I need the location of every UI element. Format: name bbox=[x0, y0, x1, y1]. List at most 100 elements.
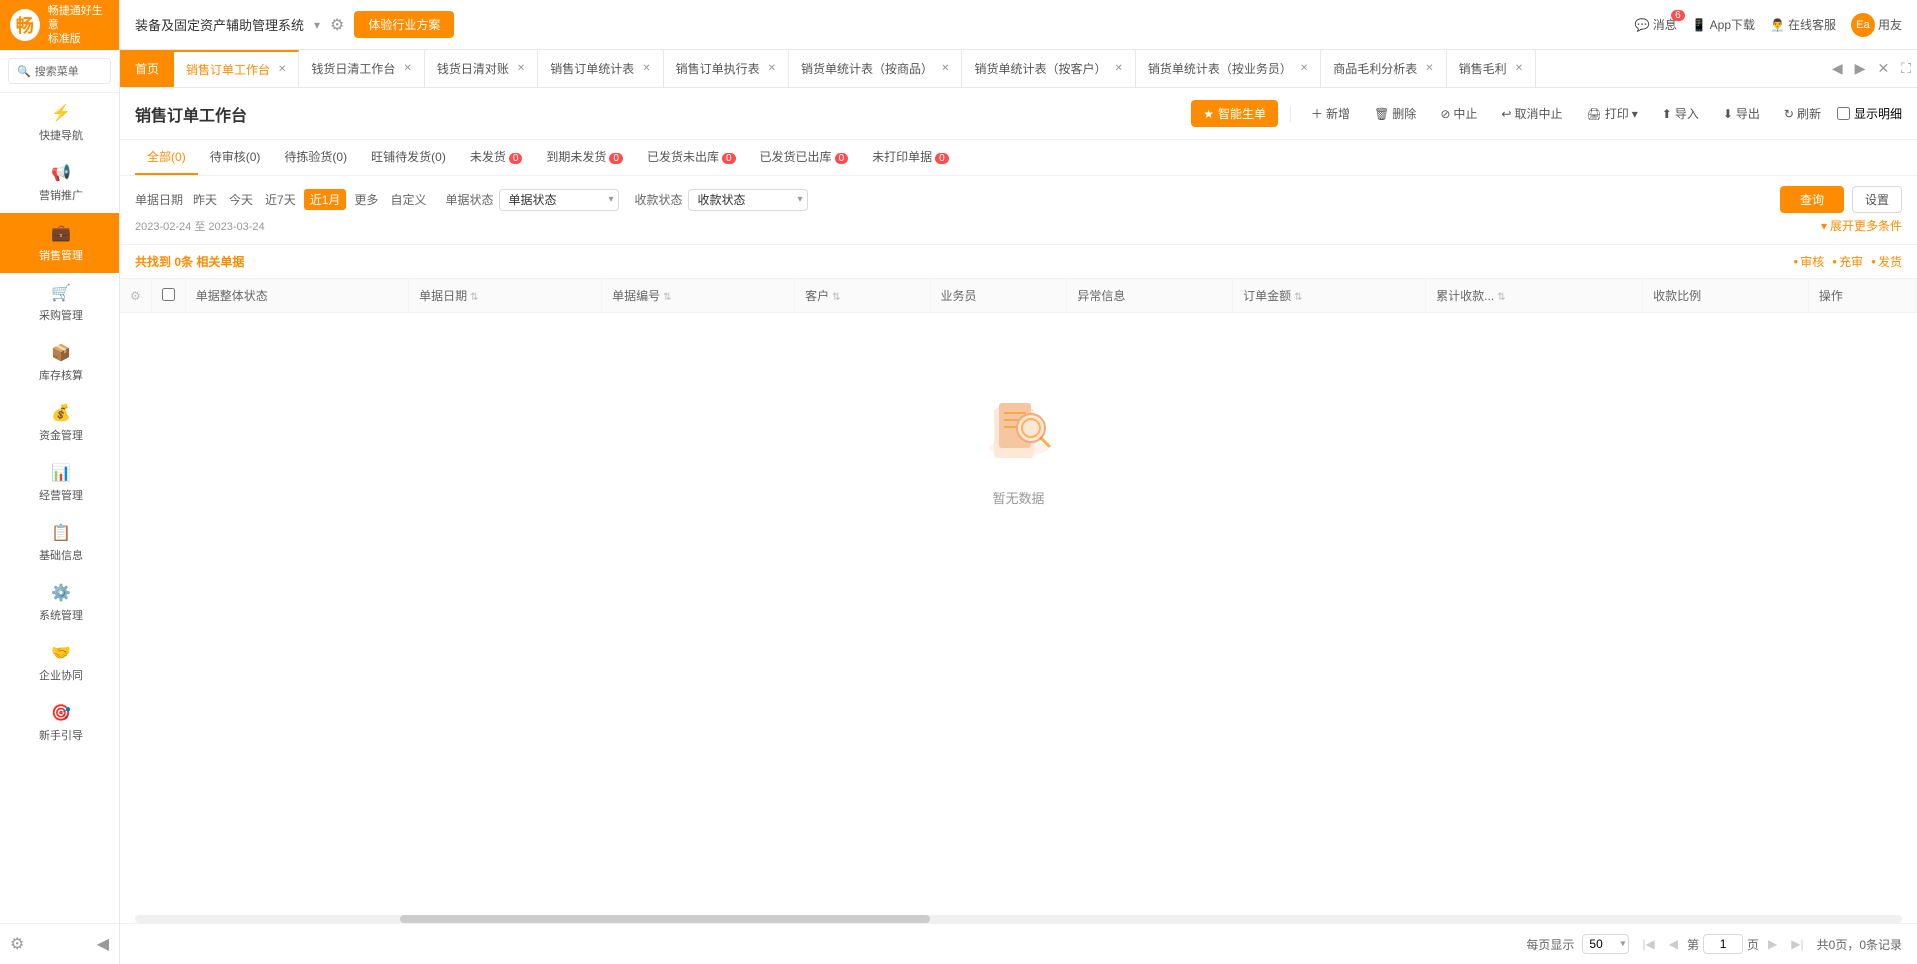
date-sort-icon: ⇅ bbox=[470, 292, 478, 303]
col-customer[interactable]: 客户⇅ bbox=[795, 279, 930, 313]
tab-prev-button[interactable]: ◀ bbox=[1826, 50, 1849, 88]
tab-cash-daily[interactable]: 钱货日清工作台 ✕ bbox=[299, 50, 424, 87]
sub-tab-shipped-out[interactable]: 已发货已出库0 bbox=[748, 140, 861, 175]
sub-tab-shipped-not-out[interactable]: 已发货未出库0 bbox=[635, 140, 748, 175]
tab-close-icon[interactable]: ✕ bbox=[1425, 63, 1433, 74]
sub-tab-pending-review[interactable]: 待审核(0) bbox=[198, 140, 273, 175]
col-date[interactable]: 单据日期⇅ bbox=[409, 279, 602, 313]
col-no[interactable]: 单据编号⇅ bbox=[602, 279, 795, 313]
query-button[interactable]: 查询 bbox=[1780, 186, 1844, 213]
tab-cash-reconcile[interactable]: 钱货日清对账 ✕ bbox=[425, 50, 538, 87]
sidebar-item-guide[interactable]: 🎯 新手引导 bbox=[0, 693, 119, 753]
sidebar-search-area[interactable]: 🔍 搜索菜单 bbox=[0, 50, 119, 93]
user-menu-button[interactable]: Ea 用友 bbox=[1851, 13, 1902, 37]
tab-home[interactable]: 首页 bbox=[120, 50, 174, 87]
sidebar-item-inventory[interactable]: 📦 库存核算 bbox=[0, 333, 119, 393]
col-amount[interactable]: 订单金额⇅ bbox=[1233, 279, 1426, 313]
print-button[interactable]: 🖨 打印 ▾ bbox=[1578, 101, 1645, 126]
online-service-button[interactable]: 👨‍💼 在线客服 bbox=[1770, 16, 1836, 33]
tab-sales-by-staff[interactable]: 销货单统计表（按业务员） ✕ bbox=[1136, 50, 1321, 87]
batch-cancel-review-button[interactable]: 充审 bbox=[1832, 253, 1863, 270]
export-button[interactable]: ⬇ 导出 bbox=[1715, 101, 1768, 126]
page-size-select[interactable]: 50 10 20 100 bbox=[1582, 934, 1629, 954]
page-container: 销售订单工作台 ★ 智能生单 ＋ 新增 🗑 删除 bbox=[120, 88, 1917, 964]
sidebar-item-purchase[interactable]: 🛒 采购管理 bbox=[0, 273, 119, 333]
col-checkbox[interactable] bbox=[151, 279, 185, 313]
add-button[interactable]: ＋ 新增 bbox=[1303, 101, 1358, 126]
scrollbar-thumb[interactable] bbox=[400, 915, 930, 923]
tab-close-icon[interactable]: ✕ bbox=[278, 64, 286, 75]
prev-page-button[interactable]: ◀ bbox=[1664, 935, 1683, 953]
suspend-button[interactable]: ⊘ 中止 bbox=[1432, 101, 1485, 126]
horizontal-scrollbar[interactable] bbox=[135, 915, 1902, 923]
tab-close-icon[interactable]: ✕ bbox=[768, 63, 776, 74]
sub-tab-pending-inspect[interactable]: 待拣验货(0) bbox=[272, 140, 359, 175]
import-button[interactable]: ⬆ 导入 bbox=[1654, 101, 1707, 126]
sidebar-item-enterprise[interactable]: 🤝 企业协同 bbox=[0, 633, 119, 693]
sidebar-settings-button[interactable]: ⚙ bbox=[10, 934, 24, 954]
col-settings-icon[interactable]: ⚙ bbox=[120, 279, 151, 313]
tab-sales-exec[interactable]: 销售订单执行表 ✕ bbox=[664, 50, 789, 87]
smart-order-button[interactable]: ★ 智能生单 bbox=[1191, 100, 1278, 127]
sidebar-item-marketing[interactable]: 📢 营销推广 bbox=[0, 153, 119, 213]
tab-sales-gross[interactable]: 销售毛利 ✕ bbox=[1447, 50, 1536, 87]
refresh-button[interactable]: ↻ 刷新 bbox=[1776, 101, 1829, 126]
search-menu-button[interactable]: 🔍 搜索菜单 bbox=[8, 58, 111, 84]
tab-margin-analysis[interactable]: 商品毛利分析表 ✕ bbox=[1321, 50, 1446, 87]
sub-tab-expired-not-shipped[interactable]: 到期未发货0 bbox=[534, 140, 635, 175]
col-collected[interactable]: 累计收款...⇅ bbox=[1426, 279, 1643, 313]
payment-select[interactable]: 收款状态 bbox=[688, 189, 808, 211]
page-of-label: 页 bbox=[1747, 936, 1759, 953]
show-detail-label[interactable]: 显示明细 bbox=[1837, 105, 1902, 122]
tab-next-button[interactable]: ▶ bbox=[1849, 50, 1872, 88]
status-select[interactable]: 单据状态 bbox=[499, 189, 619, 211]
page-number-input[interactable] bbox=[1703, 934, 1743, 954]
trial-button[interactable]: 体验行业方案 bbox=[354, 11, 454, 38]
expand-filter-button[interactable]: ▾ 展开更多条件 bbox=[1821, 217, 1902, 234]
sub-tab-wangpu[interactable]: 旺铺待发货(0) bbox=[359, 140, 458, 175]
show-detail-checkbox[interactable] bbox=[1837, 107, 1850, 120]
filter-settings-button[interactable]: 设置 bbox=[1852, 186, 1902, 213]
app-download-button[interactable]: 📱 App下载 bbox=[1692, 16, 1755, 33]
message-button[interactable]: 💬 消息 6 bbox=[1635, 16, 1677, 33]
tab-close-icon[interactable]: ✕ bbox=[642, 63, 650, 74]
topbar-settings-button[interactable]: ⚙ bbox=[330, 15, 344, 35]
sidebar-item-base-info[interactable]: 📋 基础信息 bbox=[0, 513, 119, 573]
sidebar-item-operations[interactable]: 📊 经营管理 bbox=[0, 453, 119, 513]
sidebar-collapse-button[interactable]: ◀ bbox=[97, 934, 109, 954]
date-more-button[interactable]: 更多 bbox=[350, 189, 382, 210]
sub-tab-not-shipped[interactable]: 未发货0 bbox=[458, 140, 535, 175]
sub-tab-not-printed[interactable]: 未打印单据0 bbox=[860, 140, 961, 175]
date-today-button[interactable]: 今天 bbox=[225, 189, 257, 210]
tab-close-icon[interactable]: ✕ bbox=[941, 63, 949, 74]
cancel-suspend-button[interactable]: ↩ 取消中止 bbox=[1493, 101, 1570, 126]
delete-button[interactable]: 🗑 删除 bbox=[1366, 101, 1424, 126]
sidebar-item-finance[interactable]: 💰 资金管理 bbox=[0, 393, 119, 453]
tab-sales-workbench[interactable]: 销售订单工作台 ✕ bbox=[174, 50, 299, 87]
system-dropdown-button[interactable]: ▾ bbox=[314, 18, 320, 32]
tab-close-all-button[interactable]: ✕ bbox=[1871, 50, 1895, 88]
date-yesterday-button[interactable]: 昨天 bbox=[189, 189, 221, 210]
date-7days-button[interactable]: 近7天 bbox=[261, 189, 300, 210]
tab-close-icon[interactable]: ✕ bbox=[403, 63, 411, 74]
tab-close-icon[interactable]: ✕ bbox=[517, 63, 525, 74]
sidebar-item-system[interactable]: ⚙️ 系统管理 bbox=[0, 573, 119, 633]
tab-close-icon[interactable]: ✕ bbox=[1515, 63, 1523, 74]
sidebar-item-sales[interactable]: 💼 销售管理 bbox=[0, 213, 119, 273]
first-page-button[interactable]: |◀ bbox=[1637, 935, 1659, 953]
batch-review-button[interactable]: 审核 bbox=[1793, 253, 1824, 270]
next-page-button[interactable]: ▶ bbox=[1763, 935, 1782, 953]
date-1month-button[interactable]: 近1月 bbox=[304, 189, 347, 210]
tab-sales-by-product[interactable]: 销货单统计表（按商品） ✕ bbox=[789, 50, 962, 87]
batch-ship-button[interactable]: 发货 bbox=[1871, 253, 1902, 270]
select-all-checkbox[interactable] bbox=[162, 288, 175, 301]
sub-tab-all[interactable]: 全部(0) bbox=[135, 140, 198, 175]
tab-close-icon[interactable]: ✕ bbox=[1114, 63, 1122, 74]
tab-close-icon[interactable]: ✕ bbox=[1300, 63, 1308, 74]
tab-sales-by-customer[interactable]: 销货单统计表（按客户） ✕ bbox=[962, 50, 1135, 87]
tab-sales-stats[interactable]: 销售订单统计表 ✕ bbox=[538, 50, 663, 87]
tab-fullscreen-button[interactable]: ⛶ bbox=[1895, 50, 1917, 88]
sidebar-item-quick-nav[interactable]: ⚡ 快捷导航 bbox=[0, 93, 119, 153]
date-custom-button[interactable]: 自定义 bbox=[386, 189, 430, 210]
last-page-button[interactable]: ▶| bbox=[1786, 935, 1808, 953]
